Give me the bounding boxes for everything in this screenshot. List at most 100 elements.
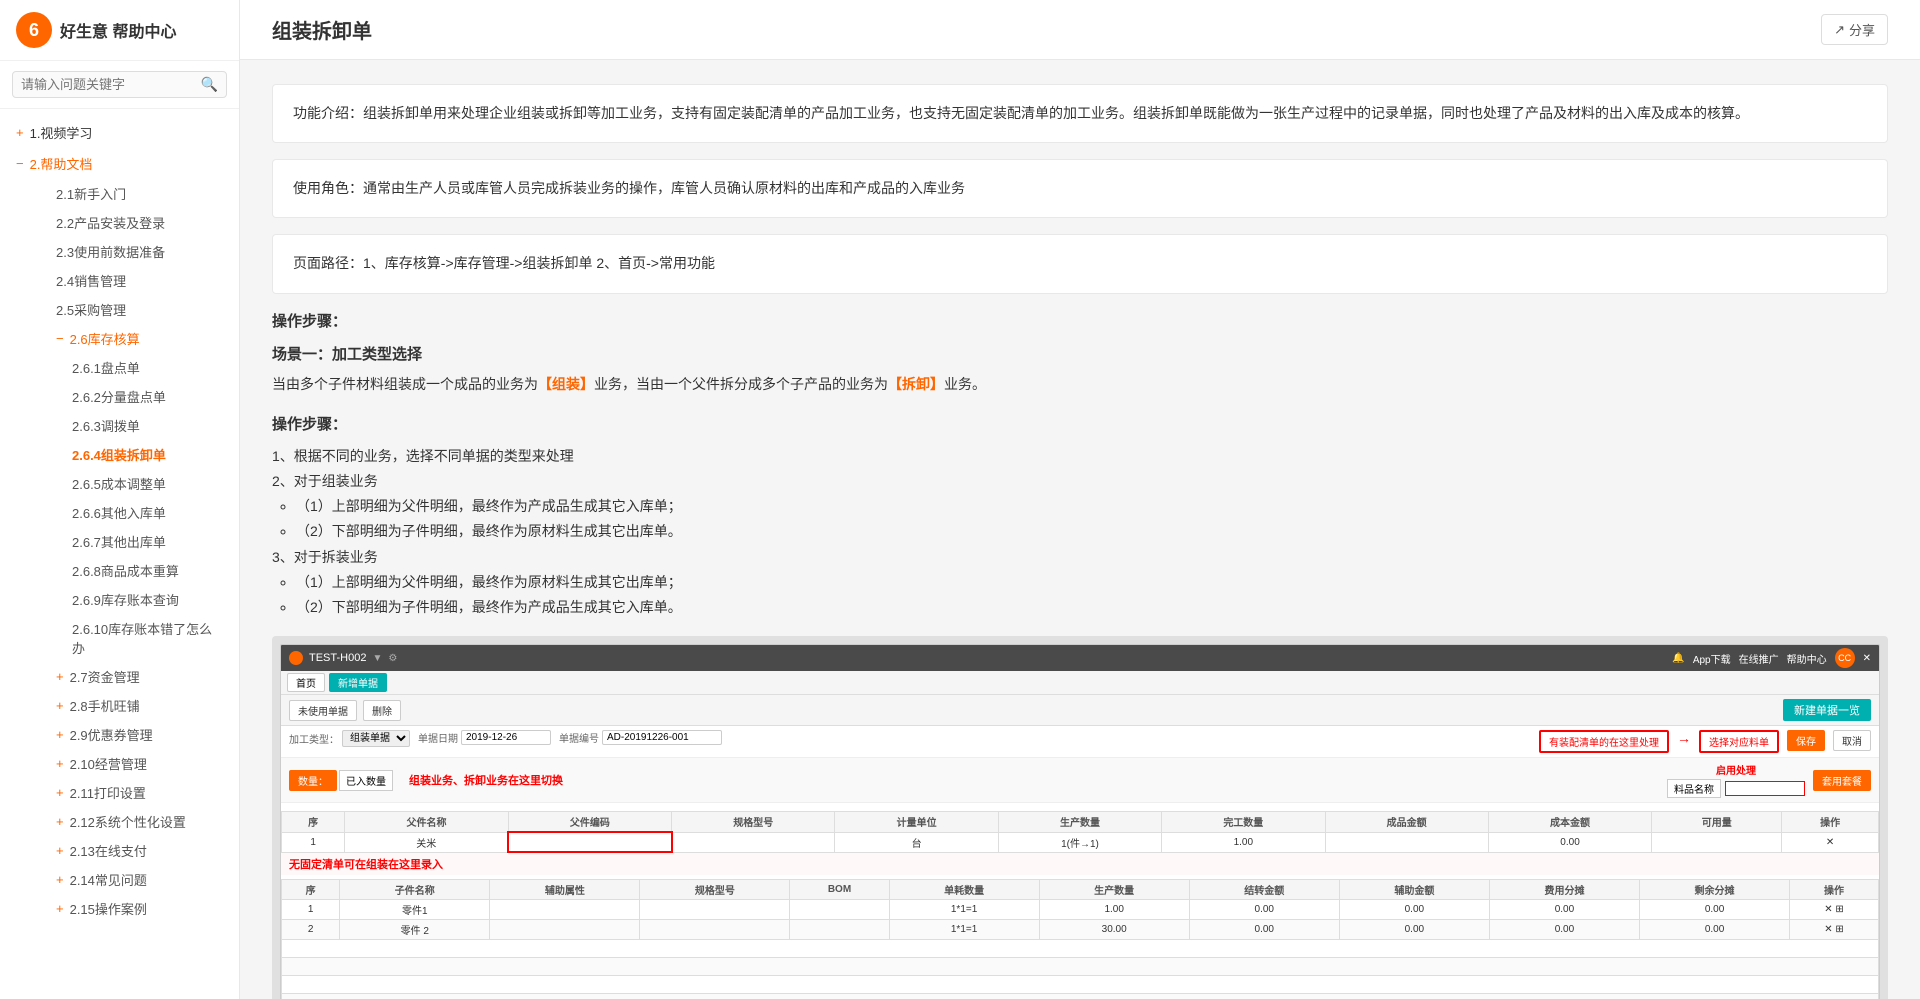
sidebar-item-214[interactable]: + 2.14常见问题 bbox=[28, 865, 239, 894]
mock-label-no: 单据编号 bbox=[559, 730, 599, 745]
mock-td bbox=[490, 900, 640, 920]
sidebar-item-label: 2.4销售管理 bbox=[56, 271, 126, 290]
sub-steps-assemble: （1）上部明细为父件明细，最终作为产成品生成其它入库单； （2）下部明细为子件明… bbox=[272, 494, 1888, 544]
mock-annotation-bom: 有装配清单的在这里处理 bbox=[1549, 734, 1659, 749]
step-2-1: （1）上部明细为父件明细，最终作为产成品生成其它入库单； bbox=[296, 494, 1888, 519]
mock-btn-switch[interactable]: 未使用单据 bbox=[289, 700, 357, 721]
sidebar-item-267[interactable]: 2.6.7其他出库单 bbox=[44, 527, 239, 556]
mock-td: 0.00 bbox=[1489, 900, 1639, 920]
step-1: 1、根据不同的业务，选择不同单据的类型来处理 bbox=[272, 444, 1888, 469]
mock-td: 1.00 bbox=[1039, 900, 1189, 920]
share-button[interactable]: ↗ 分享 bbox=[1821, 14, 1888, 45]
sidebar-item-25[interactable]: 2.5采购管理 bbox=[28, 295, 239, 324]
scenario1-desc: 当由多个子件材料组装成一个成品的业务为【组装】业务，当由一个父件拆分成多个子产品… bbox=[272, 372, 1888, 397]
mock-btn-new[interactable]: 新建单据一览 bbox=[1783, 699, 1871, 721]
mock-field-no: 单据编号 bbox=[559, 730, 722, 745]
mock-tabbar: 首页 新增单据 bbox=[281, 671, 1879, 695]
mock-td: 零件 2 bbox=[340, 920, 490, 940]
mock-app-title: TEST-H002 bbox=[309, 652, 366, 664]
mock-th: 子件名称 bbox=[340, 880, 490, 900]
mock-td bbox=[790, 900, 889, 920]
sidebar-item-210[interactable]: + 2.10经营管理 bbox=[28, 749, 239, 778]
sidebar-item-docs[interactable]: − 2.帮助文档 bbox=[0, 148, 239, 179]
mock-btn-cancel[interactable]: 取消 bbox=[1833, 730, 1871, 751]
collapse-icon: − bbox=[56, 331, 64, 346]
mock-btn-apply[interactable]: 套用套餐 bbox=[1813, 770, 1871, 791]
mock-app: TEST-H002 ▼ ⚙ 🔔App下载在线推广帮助中心 CC ✕ 首页 bbox=[280, 644, 1880, 999]
mock-toolbar: 未使用单据 删除 新建单据一览 bbox=[281, 695, 1879, 726]
sidebar-item-269[interactable]: 2.6.9库存账本查询 bbox=[44, 585, 239, 614]
expand-icon: + bbox=[56, 814, 64, 829]
search-input[interactable] bbox=[21, 77, 201, 92]
sidebar-item-213[interactable]: + 2.13在线支付 bbox=[28, 836, 239, 865]
sidebar-item-label: 2.1新手入门 bbox=[56, 184, 126, 203]
sidebar-item-215[interactable]: + 2.15操作案例 bbox=[28, 894, 239, 923]
sidebar-item-22[interactable]: 2.2产品安装及登录 bbox=[28, 208, 239, 237]
sidebar-item-264[interactable]: 2.6.4组装拆卸单 bbox=[44, 440, 239, 469]
mock-input-no[interactable] bbox=[602, 730, 722, 745]
ops-title2: 操作步骤： bbox=[272, 413, 1888, 434]
intro-block-2: 使用角色：通常由生产人员或库管人员完成拆装业务的操作，库管人员确认原材料的出库和… bbox=[272, 159, 1888, 218]
mock-td: 0.00 bbox=[1640, 900, 1790, 920]
app-title: 好生意 帮助中心 bbox=[60, 18, 176, 42]
sidebar-item-27[interactable]: + 2.7资金管理 bbox=[28, 662, 239, 691]
collapse-icon: − bbox=[16, 156, 24, 171]
mock-th: 规格型号 bbox=[672, 812, 835, 833]
mock-btn-bom[interactable]: 选择对应料单 bbox=[1699, 730, 1779, 753]
table-row bbox=[282, 976, 1879, 994]
sidebar-item-263[interactable]: 2.6.3调拨单 bbox=[44, 411, 239, 440]
sidebar-item-label: 2.6.7其他出库单 bbox=[72, 532, 166, 551]
sidebar-item-262[interactable]: 2.6.2分量盘点单 bbox=[44, 382, 239, 411]
mock-td bbox=[672, 832, 835, 852]
expand-icon: + bbox=[56, 727, 64, 742]
sidebar-item-211[interactable]: + 2.11打印设置 bbox=[28, 778, 239, 807]
mock-table-top: 序 父件名称 父件编码 规格型号 计量单位 生产数量 完工数量 成品金额 成本金… bbox=[281, 811, 1879, 853]
search-bar: 🔍 bbox=[0, 61, 239, 109]
mock-th: 序 bbox=[282, 812, 345, 833]
mock-btn-delete[interactable]: 删除 bbox=[363, 700, 401, 721]
mock-td bbox=[1325, 832, 1488, 852]
mock-table-area: 序 父件名称 父件编码 规格型号 计量单位 生产数量 完工数量 成品金额 成本金… bbox=[281, 803, 1879, 999]
sidebar-item-label: 2.5采购管理 bbox=[56, 300, 126, 319]
mock-td bbox=[1652, 832, 1782, 852]
sidebar-item-2610[interactable]: 2.6.10库存账本错了怎么办 bbox=[44, 614, 239, 662]
sidebar-item-266[interactable]: 2.6.6其他入库单 bbox=[44, 498, 239, 527]
mock-select-type[interactable]: 组装单据 拆卸单据 bbox=[342, 730, 410, 747]
mock-input-date[interactable] bbox=[461, 730, 551, 745]
mock-btn-save[interactable]: 保存 bbox=[1787, 730, 1825, 751]
sidebar-item-21[interactable]: 2.1新手入门 bbox=[28, 179, 239, 208]
mock-td bbox=[790, 920, 889, 940]
mock-td: 1 bbox=[282, 832, 345, 852]
mock-td: 台 bbox=[835, 832, 998, 852]
mock-th: 辅助金额 bbox=[1339, 880, 1489, 900]
sidebar-item-label: 2.6.9库存账本查询 bbox=[72, 590, 179, 609]
step-3-1: （1）上部明细为父件明细，最终作为原材料生成其它出库单； bbox=[296, 570, 1888, 595]
sidebar-item-label: 2.6.2分量盘点单 bbox=[72, 387, 166, 406]
sidebar-item-24[interactable]: 2.4销售管理 bbox=[28, 266, 239, 295]
mock-td: 1*1=1 bbox=[889, 920, 1039, 940]
mock-td: ✕ ⊞ bbox=[1790, 900, 1879, 920]
mock-th: 辅助属性 bbox=[490, 880, 640, 900]
sidebar-item-28[interactable]: + 2.8手机旺铺 bbox=[28, 691, 239, 720]
mock-th: 单耗数量 bbox=[889, 880, 1039, 900]
sidebar-item-label: 2.3使用前数据准备 bbox=[56, 242, 165, 261]
sidebar-item-265[interactable]: 2.6.5成本调整单 bbox=[44, 469, 239, 498]
mock-tab-new[interactable]: 新增单据 bbox=[329, 673, 387, 692]
step-2: 2、对于组装业务 bbox=[272, 469, 1888, 494]
sidebar-item-268[interactable]: 2.6.8商品成本重算 bbox=[44, 556, 239, 585]
step-3-2: （2）下部明细为子件明细，最终作为产成品生成其它入库单。 bbox=[296, 595, 1888, 620]
sidebar-item-23[interactable]: 2.3使用前数据准备 bbox=[28, 237, 239, 266]
sidebar-item-29[interactable]: + 2.9优惠券管理 bbox=[28, 720, 239, 749]
sidebar-item-video[interactable]: + 1.视频学习 bbox=[0, 117, 239, 148]
sidebar-item-212[interactable]: + 2.12系统个性化设置 bbox=[28, 807, 239, 836]
mock-th: 费用分摊 bbox=[1489, 880, 1639, 900]
mock-td: 0.00 bbox=[1339, 900, 1489, 920]
mock-btn-qty[interactable]: 数量： bbox=[289, 770, 337, 791]
sidebar-item-26[interactable]: − 2.6库存核算 bbox=[28, 324, 239, 353]
mock-input-product[interactable] bbox=[1725, 781, 1805, 796]
sidebar-item-261[interactable]: 2.6.1盘点单 bbox=[44, 353, 239, 382]
mock-td: 零件1 bbox=[340, 900, 490, 920]
sidebar-item-label: 2.6.10库存账本错了怎么办 bbox=[72, 619, 223, 657]
mock-th: 完工数量 bbox=[1162, 812, 1325, 833]
mock-tab-home[interactable]: 首页 bbox=[287, 673, 325, 692]
